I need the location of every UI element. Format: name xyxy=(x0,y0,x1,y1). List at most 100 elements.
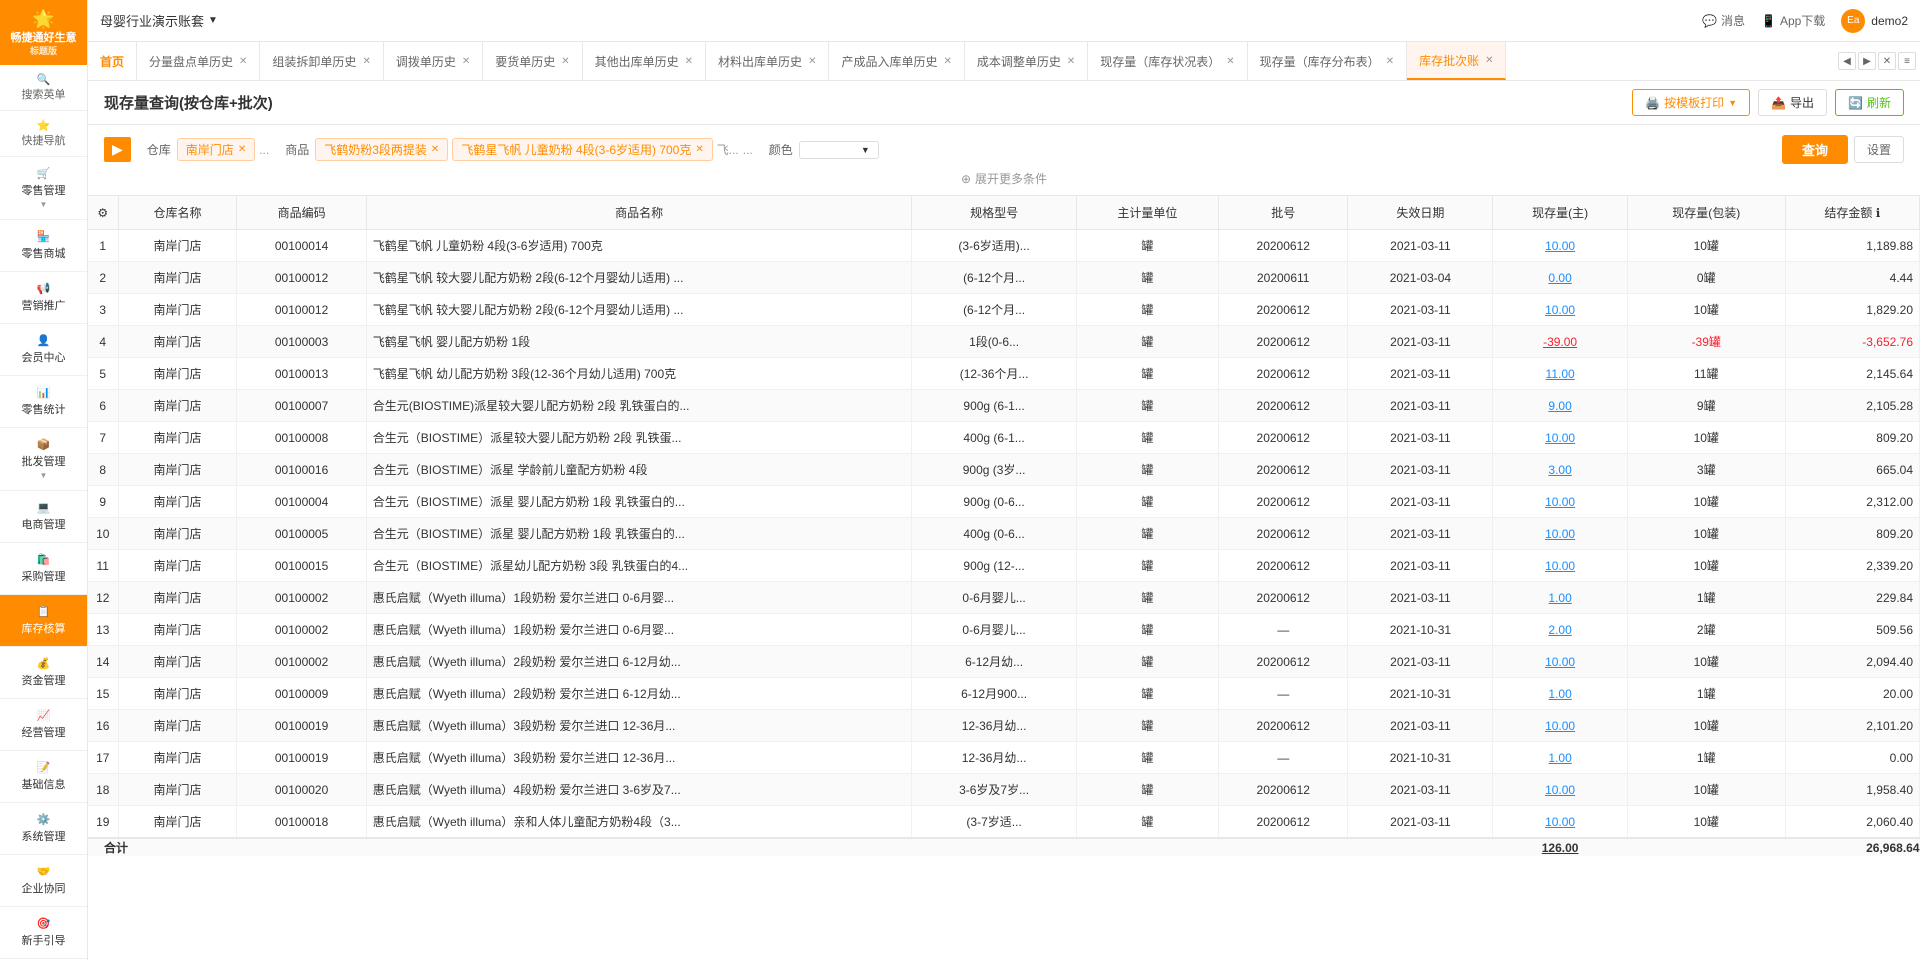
tab-material-out[interactable]: 材料出库单历史 ✕ xyxy=(706,42,829,80)
row-stock-main[interactable]: 10.00 xyxy=(1493,646,1627,678)
row-stock-main[interactable]: 9.00 xyxy=(1493,390,1627,422)
close-stock-dist-icon[interactable]: ✕ xyxy=(1386,56,1394,67)
close-other-out-icon[interactable]: ✕ xyxy=(685,56,693,67)
sidebar-item-guide[interactable]: 🎯 新手引导 xyxy=(0,907,87,959)
tab-home[interactable]: 首页 xyxy=(88,42,137,80)
tab-other-out[interactable]: 其他出库单历史 ✕ xyxy=(583,42,706,80)
row-stock-main[interactable]: 10.00 xyxy=(1493,774,1627,806)
col-settings[interactable]: ⚙ xyxy=(88,196,118,230)
tab-stock-status[interactable]: 现存量（库存状况表） ✕ xyxy=(1088,42,1247,80)
row-stock-main[interactable]: 10.00 xyxy=(1493,710,1627,742)
close-batch-account-icon[interactable]: ✕ xyxy=(1485,55,1493,66)
product-tag-1[interactable]: 飞鹤星飞帆 儿童奶粉 4段(3-6岁适用) 700克 ✕ xyxy=(452,138,712,161)
row-stock-main[interactable]: 1.00 xyxy=(1493,678,1627,710)
sidebar-search-btn[interactable]: 🔍 搜索英单 xyxy=(0,65,87,111)
warehouse-ellipsis[interactable]: ... xyxy=(259,143,269,157)
close-pick-icon[interactable]: ✕ xyxy=(462,56,470,67)
tab-pick[interactable]: 调拨单历史 ✕ xyxy=(384,42,483,80)
tab-next-btn[interactable]: ▶ xyxy=(1858,52,1876,70)
filter-collapse-btn[interactable]: ▶ xyxy=(104,137,131,162)
template-print-btn[interactable]: 🖨️ 按模板打印 ▼ xyxy=(1632,89,1750,116)
sidebar-item-retail[interactable]: 🛒 零售管理 ▼ xyxy=(0,157,87,220)
row-no: 18 xyxy=(88,774,118,806)
template-print-label: 按模板打印 xyxy=(1664,94,1724,111)
industry-selector[interactable]: 母婴行业演示账套 ▼ xyxy=(100,11,218,30)
row-stock-main[interactable]: 11.00 xyxy=(1493,358,1627,390)
row-stock-main[interactable]: 0.00 xyxy=(1493,262,1627,294)
row-warehouse: 南岸门店 xyxy=(118,742,237,774)
tab-close-btn[interactable]: ✕ xyxy=(1878,52,1896,70)
close-disassemble-icon[interactable]: ✕ xyxy=(362,56,370,67)
row-stock-main[interactable]: 10.00 xyxy=(1493,294,1627,326)
sidebar-item-ecommerce[interactable]: 💻 电商管理 xyxy=(0,491,87,543)
close-stock-status-icon[interactable]: ✕ xyxy=(1226,56,1234,67)
row-stock-main[interactable]: 10.00 xyxy=(1493,518,1627,550)
sidebar-item-purchase[interactable]: 🛍️ 采购管理 xyxy=(0,543,87,595)
close-cost-adjust-icon[interactable]: ✕ xyxy=(1067,56,1075,67)
sidebar-item-finance[interactable]: 💰 资金管理 xyxy=(0,647,87,699)
sidebar-item-inventory[interactable]: 📋 库存核算 xyxy=(0,595,87,647)
tab-disassemble[interactable]: 组装拆卸单历史 ✕ xyxy=(260,42,383,80)
col-name: 商品名称 xyxy=(366,196,912,230)
refresh-btn[interactable]: 🔄 刷新 xyxy=(1835,89,1904,116)
close-split-stock-icon[interactable]: ✕ xyxy=(239,56,247,67)
expand-more-btn[interactable]: ⊕ 展开更多条件 xyxy=(104,164,1904,189)
app-download-btn[interactable]: 📱 App下载 xyxy=(1761,12,1825,29)
row-stock-main[interactable]: 3.00 xyxy=(1493,454,1627,486)
color-label: 颜色 xyxy=(769,141,793,158)
query-btn[interactable]: 查询 xyxy=(1782,135,1848,164)
row-code: 00100007 xyxy=(237,390,366,422)
row-unit: 罐 xyxy=(1076,678,1218,710)
product-tag-0[interactable]: 飞鹤奶粉3段两提装 ✕ xyxy=(315,138,448,161)
warehouse-tags: 南岸门店 ✕ ... xyxy=(177,138,269,161)
sidebar-item-cooperation[interactable]: 🤝 企业协同 xyxy=(0,855,87,907)
sidebar-item-basic[interactable]: 📝 基础信息 xyxy=(0,751,87,803)
tab-cost-adjust[interactable]: 成本调整单历史 ✕ xyxy=(965,42,1088,80)
tab-menu-btn[interactable]: ≡ xyxy=(1898,52,1916,70)
export-btn[interactable]: 📤 导出 xyxy=(1758,89,1827,116)
row-batch: 20200612 xyxy=(1219,486,1348,518)
tab-stock-dist[interactable]: 现存量（库存分布表） ✕ xyxy=(1248,42,1407,80)
message-btn[interactable]: 💬 消息 xyxy=(1702,12,1745,29)
tab-batch-account[interactable]: 库存批次账 ✕ xyxy=(1407,42,1506,80)
tab-split-stock[interactable]: 分量盘点单历史 ✕ xyxy=(137,42,260,80)
tab-product-in[interactable]: 产成品入库单历史 ✕ xyxy=(829,42,964,80)
close-material-out-icon[interactable]: ✕ xyxy=(808,56,816,67)
tab-prev-btn[interactable]: ◀ xyxy=(1838,52,1856,70)
sidebar-item-operation[interactable]: 📈 经营管理 xyxy=(0,699,87,751)
product-more[interactable]: ... xyxy=(743,143,753,157)
row-stock-main[interactable]: 2.00 xyxy=(1493,614,1627,646)
close-product-in-icon[interactable]: ✕ xyxy=(943,56,951,67)
row-stock-main[interactable]: 10.00 xyxy=(1493,230,1627,262)
tab-require[interactable]: 要货单历史 ✕ xyxy=(483,42,582,80)
close-require-icon[interactable]: ✕ xyxy=(561,56,569,67)
settings-btn[interactable]: 设置 xyxy=(1854,136,1904,163)
sidebar-logo[interactable]: 🌟 畅捷通好生意 标题版 xyxy=(0,0,87,65)
row-stock-main[interactable]: 10.00 xyxy=(1493,550,1627,582)
color-dropdown[interactable]: ▼ xyxy=(799,141,879,159)
warehouse-tag[interactable]: 南岸门店 ✕ xyxy=(177,138,255,161)
product-tag-0-close-icon[interactable]: ✕ xyxy=(431,144,439,155)
row-no: 19 xyxy=(88,806,118,839)
user-info[interactable]: Ea demo2 xyxy=(1841,9,1908,33)
product-tag-1-close-icon[interactable]: ✕ xyxy=(695,144,703,155)
row-spec: 6-12月幼... xyxy=(912,646,1076,678)
row-amount: 2,105.28 xyxy=(1785,390,1919,422)
row-stock-main[interactable]: 10.00 xyxy=(1493,422,1627,454)
quick-nav-btn[interactable]: ⭐ 快捷导航 xyxy=(0,111,87,157)
stock-status-label: 现存量（库存状况表） xyxy=(1100,53,1220,70)
sidebar-item-marketing[interactable]: 📢 营销推广 xyxy=(0,272,87,324)
sidebar-item-retail-stats[interactable]: 📊 零售统计 xyxy=(0,376,87,428)
row-stock-main[interactable]: 1.00 xyxy=(1493,742,1627,774)
sidebar-item-wholesale[interactable]: 📦 批发管理 ▼ xyxy=(0,428,87,491)
row-stock-main[interactable]: 10.00 xyxy=(1493,806,1627,839)
col-code: 商品编码 xyxy=(237,196,366,230)
row-stock-main[interactable]: 10.00 xyxy=(1493,486,1627,518)
row-stock-main[interactable]: 1.00 xyxy=(1493,582,1627,614)
sidebar-item-system[interactable]: ⚙️ 系统管理 xyxy=(0,803,87,855)
warehouse-tag-close-icon[interactable]: ✕ xyxy=(238,144,246,155)
sidebar-item-member[interactable]: 👤 会员中心 xyxy=(0,324,87,376)
sidebar-item-retail-mall[interactable]: 🏪 零售商城 xyxy=(0,220,87,272)
refresh-icon: 🔄 xyxy=(1848,96,1863,110)
row-stock-main[interactable]: -39.00 xyxy=(1493,326,1627,358)
